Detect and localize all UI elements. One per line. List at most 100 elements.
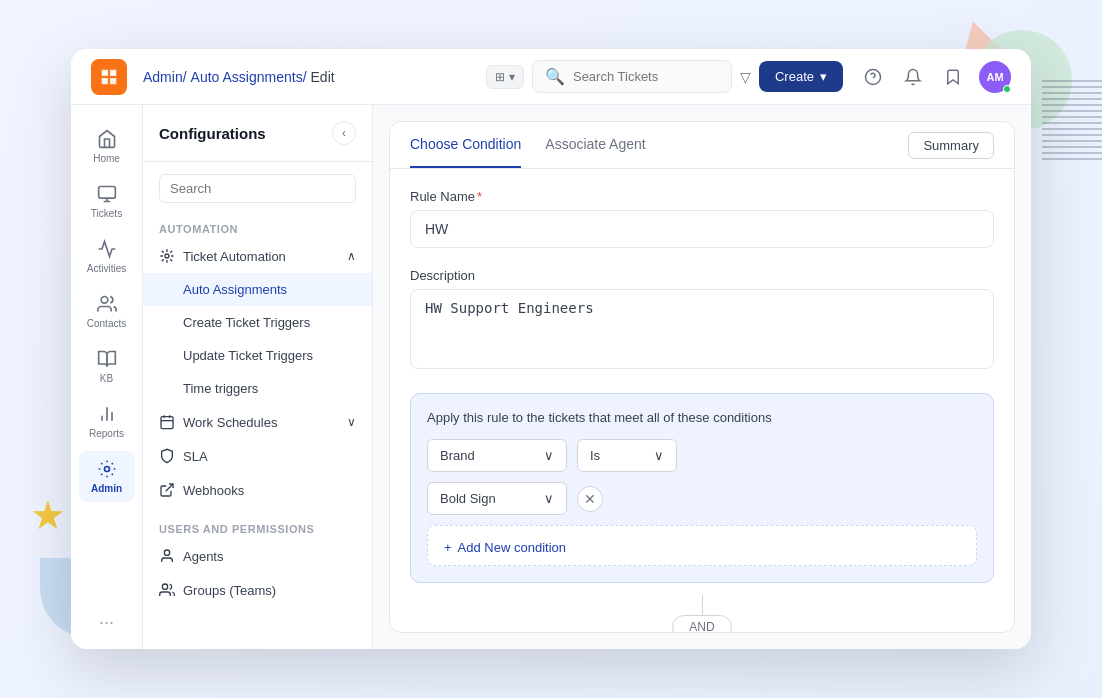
breadcrumb-edit: Edit — [311, 69, 335, 85]
topbar-icons: AM — [859, 61, 1011, 93]
condition-row-2: Bold Sign ∨ ✕ — [427, 482, 977, 515]
svg-point-21 — [162, 584, 167, 589]
topbar: Admin/ Auto Assignments/ Edit ⊞ ▾ 🔍 ▽ Cr… — [71, 49, 1031, 105]
menu-item-create-ticket-triggers[interactable]: Create Ticket Triggers — [143, 306, 372, 339]
rule-name-group: Rule Name * — [410, 189, 994, 248]
condition-field-chevron: ∨ — [544, 448, 554, 463]
home-icon — [97, 129, 117, 149]
summary-button[interactable]: Summary — [908, 132, 994, 159]
svg-rect-1 — [111, 70, 116, 75]
avatar-online-dot — [1003, 85, 1011, 93]
config-search-input[interactable] — [159, 174, 356, 203]
add-condition-button[interactable]: + Add New condition — [444, 536, 960, 555]
condition-value-text: Bold Sign — [440, 491, 496, 506]
menu-item-webhooks[interactable]: Webhooks — [143, 473, 372, 507]
search-bar-container: 🔍 — [532, 60, 732, 93]
search-input[interactable] — [573, 69, 719, 84]
svg-point-14 — [165, 254, 169, 258]
view-toggle[interactable]: ⊞ ▾ — [486, 65, 524, 89]
breadcrumb-auto[interactable]: Auto Assignments/ — [191, 69, 307, 85]
logo[interactable] — [91, 59, 127, 95]
condition-box: Apply this rule to the tickets that meet… — [410, 393, 994, 583]
sidebar-item-reports[interactable]: Reports — [79, 396, 135, 447]
bookmark-icon[interactable] — [939, 63, 967, 91]
menu-item-ticket-automation[interactable]: Ticket Automation ∧ — [143, 239, 372, 273]
reports-icon — [97, 404, 117, 424]
sidebar-item-admin[interactable]: Admin — [79, 451, 135, 502]
sidebar-item-activities[interactable]: Activities — [79, 231, 135, 282]
menu-item-sla[interactable]: SLA — [143, 439, 372, 473]
time-triggers-label: Time triggers — [183, 381, 258, 396]
description-input[interactable]: HW Support Engineers — [410, 289, 994, 369]
menu-item-groups[interactable]: Groups (Teams) — [143, 573, 372, 607]
help-icon[interactable] — [859, 63, 887, 91]
breadcrumb: Admin/ Auto Assignments/ Edit — [143, 69, 486, 85]
avatar-initials: AM — [986, 71, 1003, 83]
work-schedules-chevron: ∨ — [347, 415, 356, 429]
config-title: Configurations — [159, 125, 266, 142]
work-schedules-label: Work Schedules — [183, 415, 277, 430]
svg-rect-3 — [111, 78, 116, 83]
and-connector: AND — [410, 595, 994, 632]
svg-rect-15 — [161, 417, 173, 429]
auto-assignments-label: Auto Assignments — [183, 282, 287, 297]
content-inner: Choose Condition Associate Agent Summary… — [389, 121, 1015, 633]
collapse-button[interactable]: ‹ — [332, 121, 356, 145]
contacts-icon — [97, 294, 117, 314]
condition-operator-value: Is — [590, 448, 600, 463]
section-users-label: USERS AND PERMISSIONS — [143, 515, 372, 539]
automation-icon — [159, 248, 175, 264]
sla-label: SLA — [183, 449, 208, 464]
create-button[interactable]: Create ▾ — [759, 61, 843, 92]
kb-icon — [97, 349, 117, 369]
search-icon: 🔍 — [545, 67, 565, 86]
sidebar-item-home[interactable]: Home — [79, 121, 135, 172]
sidebar-item-kb[interactable]: KB — [79, 341, 135, 392]
tab-choose-condition[interactable]: Choose Condition — [410, 122, 521, 168]
create-button-chevron: ▾ — [820, 69, 827, 84]
main-layout: Home Tickets Activities — [71, 105, 1031, 649]
config-panel: Configurations ‹ AUTOMATION Ticket Autom… — [143, 105, 373, 649]
condition-title: Apply this rule to the tickets that meet… — [427, 410, 977, 425]
menu-item-time-triggers[interactable]: Time triggers — [143, 372, 372, 405]
filter-icon[interactable]: ▽ — [740, 69, 751, 85]
svg-rect-2 — [103, 78, 108, 83]
section-automation-label: AUTOMATION — [143, 215, 372, 239]
and-badge: AND — [672, 615, 731, 632]
svg-point-9 — [101, 297, 108, 304]
nav-more[interactable]: ··· — [99, 612, 114, 633]
condition-operator-select[interactable]: Is ∨ — [577, 439, 677, 472]
form-area: Rule Name * Description HW Support Engin… — [390, 169, 1014, 632]
svg-point-13 — [104, 467, 109, 472]
condition-row-1: Brand ∨ Is ∨ — [427, 439, 977, 472]
tab-associate-agent[interactable]: Associate Agent — [545, 122, 645, 168]
description-label: Description — [410, 268, 994, 283]
condition-field-select[interactable]: Brand ∨ — [427, 439, 567, 472]
breadcrumb-admin[interactable]: Admin/ — [143, 69, 187, 85]
condition-value-chevron: ∨ — [544, 491, 554, 506]
ticket-automation-chevron: ∧ — [347, 249, 356, 263]
add-condition-plus: + — [444, 540, 452, 555]
sidebar-item-contacts[interactable]: Contacts — [79, 286, 135, 337]
notification-icon[interactable] — [899, 63, 927, 91]
rule-name-label: Rule Name * — [410, 189, 994, 204]
condition-field-value: Brand — [440, 448, 475, 463]
description-group: Description HW Support Engineers — [410, 268, 994, 373]
rule-name-input[interactable] — [410, 210, 994, 248]
menu-item-auto-assignments[interactable]: Auto Assignments — [143, 273, 372, 306]
logo-icon — [98, 66, 120, 88]
avatar[interactable]: AM — [979, 61, 1011, 93]
agent-icon — [159, 548, 175, 564]
remove-condition-button[interactable]: ✕ — [577, 486, 603, 512]
svg-point-20 — [164, 550, 169, 555]
and-line-top — [702, 595, 703, 615]
update-ticket-triggers-label: Update Ticket Triggers — [183, 348, 313, 363]
menu-item-agents[interactable]: Agents — [143, 539, 372, 573]
menu-item-update-ticket-triggers[interactable]: Update Ticket Triggers — [143, 339, 372, 372]
sidebar-item-tickets[interactable]: Tickets — [79, 176, 135, 227]
main-window: Admin/ Auto Assignments/ Edit ⊞ ▾ 🔍 ▽ Cr… — [71, 49, 1031, 649]
menu-item-work-schedules[interactable]: Work Schedules ∨ — [143, 405, 372, 439]
tickets-icon — [97, 184, 117, 204]
config-search-area — [143, 162, 372, 215]
condition-value-select[interactable]: Bold Sign ∨ — [427, 482, 567, 515]
